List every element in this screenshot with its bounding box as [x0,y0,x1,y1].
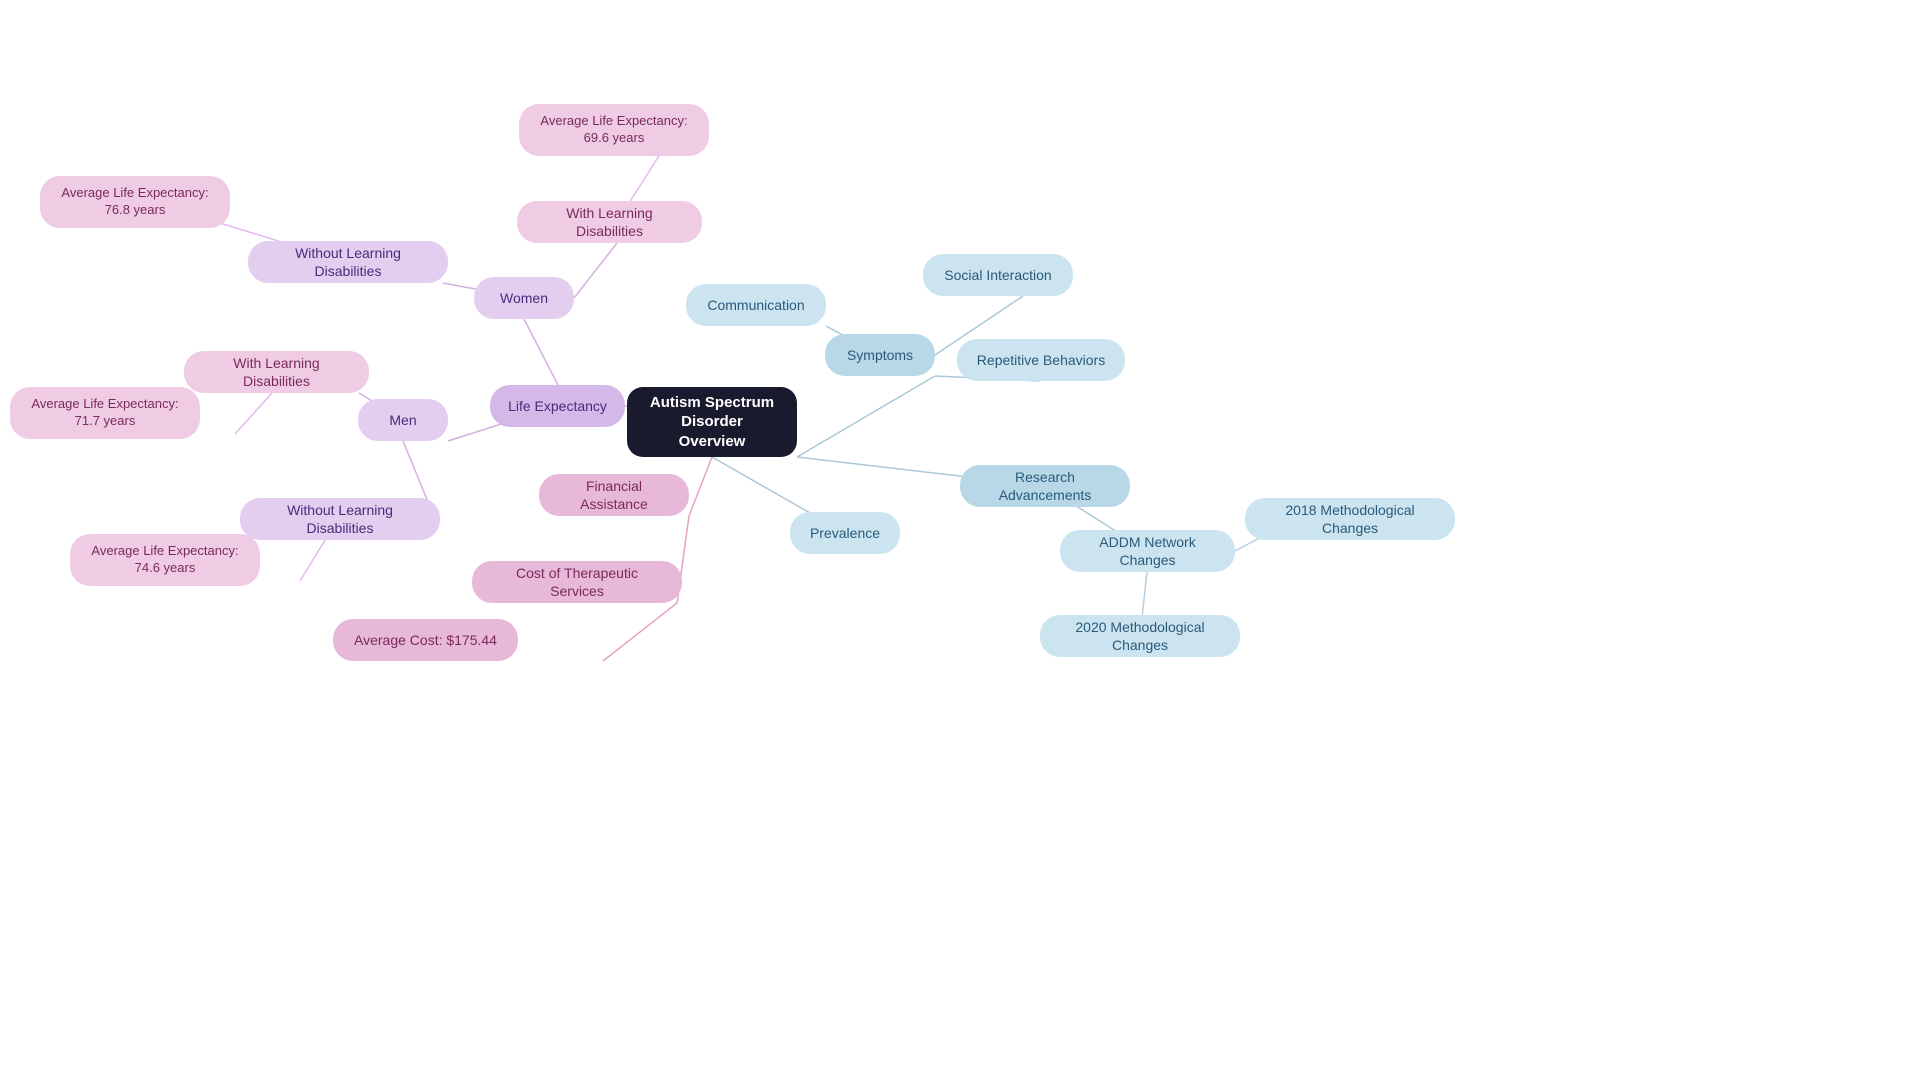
repetitive-behaviors-node[interactable]: Repetitive Behaviors [957,339,1125,381]
financial-assistance-node[interactable]: Financial Assistance [539,474,689,516]
average-cost-node[interactable]: Average Cost: $175.44 [333,619,518,661]
life-expectancy-node[interactable]: Life Expectancy [490,385,625,427]
men-without-ld-node[interactable]: Without Learning Disabilities [240,498,440,540]
women-node[interactable]: Women [474,277,574,319]
cost-therapeutic-node[interactable]: Cost of Therapeutic Services [472,561,682,603]
social-interaction-node[interactable]: Social Interaction [923,254,1073,296]
women-with-ld-node[interactable]: With Learning Disabilities [517,201,702,243]
research-advancements-node[interactable]: Research Advancements [960,465,1130,507]
prevalence-node[interactable]: Prevalence [790,512,900,554]
symptoms-node[interactable]: Symptoms [825,334,935,376]
center-node[interactable]: Autism Spectrum Disorder Overview [627,387,797,457]
addm-network-node[interactable]: ADDM Network Changes [1060,530,1235,572]
women-without-ld-node[interactable]: Without Learning Disabilities [248,241,448,283]
men-without-avg-node[interactable]: Average Life Expectancy: 74.6 years [70,534,260,586]
men-with-avg-node[interactable]: Average Life Expectancy: 71.7 years [10,387,200,439]
women-without-avg-node[interactable]: Average Life Expectancy: 76.8 years [40,176,230,228]
women-avg-life-node[interactable]: Average Life Expectancy: 69.6 years [519,104,709,156]
men-node[interactable]: Men [358,399,448,441]
communication-node[interactable]: Communication [686,284,826,326]
methodological-2018-node[interactable]: 2018 Methodological Changes [1245,498,1455,540]
methodological-2020-node[interactable]: 2020 Methodological Changes [1040,615,1240,657]
men-with-ld-node[interactable]: With Learning Disabilities [184,351,369,393]
